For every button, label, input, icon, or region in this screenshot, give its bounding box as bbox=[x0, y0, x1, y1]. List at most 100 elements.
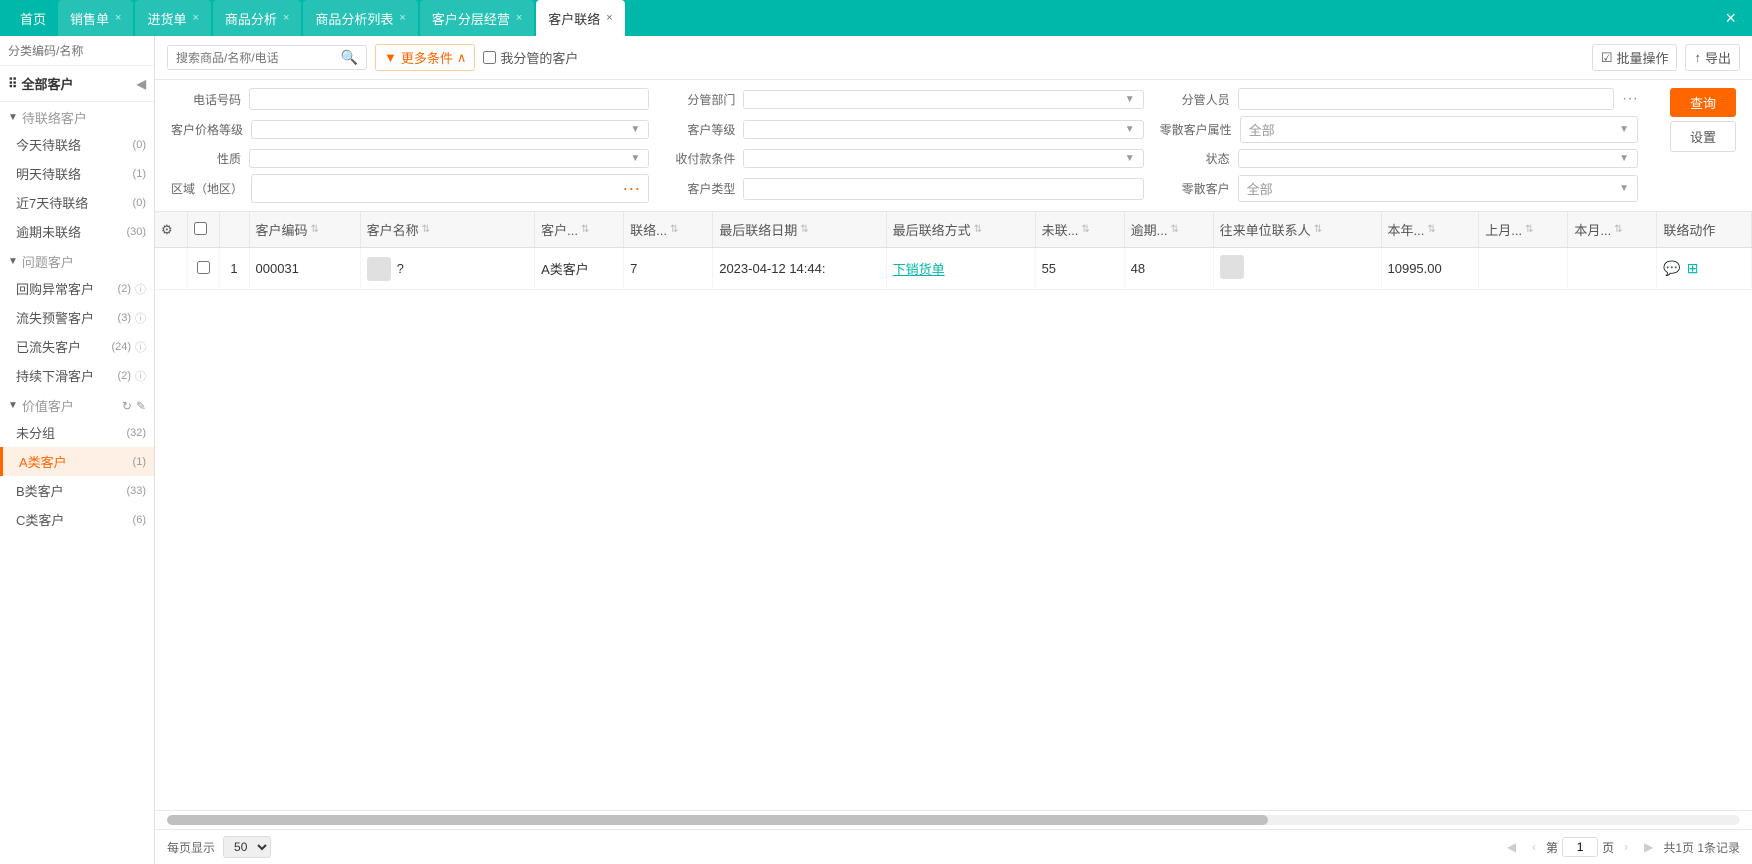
sidebar-item-churned[interactable]: 已流失客户 (24) ⓘ bbox=[0, 332, 154, 361]
filter-select-status[interactable]: ▼ bbox=[1238, 149, 1638, 168]
nav-tab-sales-close[interactable]: × bbox=[115, 12, 121, 24]
more-filter-button[interactable]: ▼ 更多条件 ∧ bbox=[375, 44, 475, 71]
settings-button[interactable]: 设置 bbox=[1670, 121, 1736, 152]
filter-icon: ▼ bbox=[384, 50, 397, 65]
filter-cell-region: 区域（地区） ··· bbox=[171, 174, 665, 203]
col-label-lastway: 最后联络方式 bbox=[893, 220, 971, 239]
sidebar-item-today[interactable]: 今天待联络 (0) bbox=[0, 130, 154, 159]
filter-label-dept: 分管部门 bbox=[665, 91, 735, 108]
nav-tab-analysis-list[interactable]: 商品分析列表 × bbox=[303, 0, 417, 36]
edit-icon[interactable]: ✎ bbox=[136, 399, 146, 413]
sidebar-item-churn-warning-label: 流失预警客户 bbox=[16, 308, 114, 327]
col-label-uncontacted: 未联... bbox=[1042, 220, 1079, 239]
search-icon[interactable]: 🔍 bbox=[341, 49, 358, 66]
filter-label-customer-grade: 客户等级 bbox=[665, 121, 735, 138]
filter-select-payment[interactable]: ▼ bbox=[743, 149, 1143, 168]
more-icon-manager[interactable]: ··· bbox=[1622, 90, 1638, 108]
filter-select-dept[interactable]: ▼ bbox=[743, 90, 1143, 109]
nav-home[interactable]: 首页 bbox=[8, 9, 58, 28]
sidebar-item-7days[interactable]: 近7天待联络 (0) bbox=[0, 188, 154, 217]
sidebar-item-overdue-contact[interactable]: 逾期未联络 (30) bbox=[0, 217, 154, 246]
col-header-company-contact[interactable]: 往来单位联系人 ⇅ bbox=[1213, 212, 1381, 248]
my-customers-checkbox[interactable] bbox=[483, 51, 496, 64]
sidebar-search-input[interactable] bbox=[8, 44, 155, 58]
nav-tab-customer-layer[interactable]: 客户分层经营 × bbox=[420, 0, 534, 36]
page-number-input[interactable] bbox=[1562, 837, 1598, 857]
page-size-label: 每页显示 bbox=[167, 839, 215, 856]
col-header-last-month[interactable]: 上月... ⇅ bbox=[1479, 212, 1568, 248]
sidebar-item-class-a-count: (1) bbox=[133, 456, 146, 468]
col-header-action: 联络动作 bbox=[1657, 212, 1752, 248]
sidebar-item-declining-label: 持续下滑客户 bbox=[16, 366, 114, 385]
sidebar-item-churn-warning[interactable]: 流失预警客户 (3) ⓘ bbox=[0, 303, 154, 332]
col-header-this-year[interactable]: 本年... ⇅ bbox=[1381, 212, 1479, 248]
filter-select-retail[interactable]: 全部 ▼ bbox=[1238, 175, 1638, 202]
sidebar-item-class-c[interactable]: C类客户 (6) bbox=[0, 505, 154, 534]
sidebar-item-class-c-count: (6) bbox=[133, 514, 146, 526]
cell-lastway[interactable]: 下销货单 bbox=[886, 248, 1035, 290]
nav-tab-analysis[interactable]: 商品分析 × bbox=[213, 0, 301, 36]
sidebar-item-unclassified[interactable]: 未分组 (32) bbox=[0, 418, 154, 447]
col-label-action: 联络动作 bbox=[1663, 223, 1715, 238]
row-checkbox[interactable] bbox=[197, 261, 210, 274]
nav-tab-sales[interactable]: 销售单 × bbox=[58, 0, 133, 36]
filter-select-region[interactable]: ··· bbox=[251, 174, 649, 203]
horizontal-scrollbar[interactable] bbox=[167, 815, 1740, 825]
cell-contact: 7 bbox=[624, 248, 713, 290]
nav-tab-customer-contact[interactable]: 客户联络 × bbox=[536, 0, 624, 36]
col-header-this-month[interactable]: 本月... ⇅ bbox=[1568, 212, 1657, 248]
last-page-btn[interactable]: ▶ bbox=[1638, 838, 1659, 856]
first-page-btn[interactable]: ◀ bbox=[1501, 838, 1522, 856]
nav-tab-analysis-close[interactable]: × bbox=[283, 12, 289, 24]
filter-input-phone[interactable] bbox=[249, 88, 649, 110]
nav-tab-purchase-close[interactable]: × bbox=[192, 12, 198, 24]
filter-select-retail-attr[interactable]: 全部 ▼ bbox=[1240, 116, 1638, 143]
sidebar-item-repurchase[interactable]: 回购异常客户 (2) ⓘ bbox=[0, 274, 154, 303]
sidebar-item-declining[interactable]: 持续下滑客户 (2) ⓘ bbox=[0, 361, 154, 390]
filter-input-customer-type[interactable] bbox=[743, 178, 1143, 200]
col-header-lastway[interactable]: 最后联络方式 ⇅ bbox=[886, 212, 1035, 248]
sidebar-item-tomorrow[interactable]: 明天待联络 (1) bbox=[0, 159, 154, 188]
batch-operation-label: 批量操作 bbox=[1616, 48, 1668, 67]
cell-company-contact bbox=[1213, 248, 1381, 290]
message-icon[interactable]: 💬 bbox=[1663, 260, 1680, 277]
sidebar-collapse-btn[interactable]: ◀ bbox=[137, 77, 146, 91]
col-header-lastdate[interactable]: 最后联络日期 ⇅ bbox=[713, 212, 886, 248]
filter-select-nature[interactable]: ▼ bbox=[249, 149, 649, 168]
last-way-link[interactable]: 下销货单 bbox=[893, 262, 945, 277]
next-page-btn[interactable]: › bbox=[1618, 838, 1634, 856]
col-header-uncontacted[interactable]: 未联... ⇅ bbox=[1035, 212, 1124, 248]
col-header-overdue[interactable]: 逾期... ⇅ bbox=[1124, 212, 1213, 248]
col-header-settings[interactable]: ⚙ bbox=[155, 212, 187, 248]
sidebar-item-class-a[interactable]: A类客户 (1) bbox=[0, 447, 154, 476]
sort-icon-contact: ⇅ bbox=[670, 224, 678, 235]
query-button[interactable]: 查询 bbox=[1670, 88, 1736, 117]
select-all-checkbox[interactable] bbox=[194, 222, 207, 235]
more-icon-region[interactable]: ··· bbox=[622, 178, 640, 199]
batch-operation-button[interactable]: ☑ 批量操作 bbox=[1592, 44, 1678, 71]
sidebar-item-class-b[interactable]: B类客户 (33) bbox=[0, 476, 154, 505]
col-header-grade[interactable]: 客户... ⇅ bbox=[535, 212, 624, 248]
nav-tab-analysis-list-close[interactable]: × bbox=[399, 12, 405, 24]
filter-label-manager: 分管人员 bbox=[1160, 91, 1230, 108]
nav-tab-purchase[interactable]: 进货单 × bbox=[135, 0, 210, 36]
refresh-icon[interactable]: ↻ bbox=[122, 399, 132, 413]
col-header-name[interactable]: 客户名称 ⇅ bbox=[360, 212, 535, 248]
sidebar-all-customers-label[interactable]: 全部客户 bbox=[22, 74, 74, 93]
filter-label-status: 状态 bbox=[1160, 150, 1230, 167]
filter-input-manager[interactable] bbox=[1238, 88, 1614, 110]
filter-select-customer-grade[interactable]: ▼ bbox=[743, 120, 1143, 139]
grid-icon[interactable]: ⊞ bbox=[1687, 260, 1699, 277]
filter-cell-nature: 性质 ▼ bbox=[171, 149, 665, 168]
col-header-contact[interactable]: 联络... ⇅ bbox=[624, 212, 713, 248]
nav-tab-customer-layer-close[interactable]: × bbox=[516, 12, 522, 24]
window-close-button[interactable]: × bbox=[1717, 8, 1744, 29]
col-header-code[interactable]: 客户编码 ⇅ bbox=[249, 212, 360, 248]
page-size-select[interactable]: 50 bbox=[223, 836, 271, 858]
filter-select-price-grade[interactable]: ▼ bbox=[251, 120, 649, 139]
nav-tab-customer-contact-close[interactable]: × bbox=[606, 12, 612, 24]
search-input[interactable] bbox=[176, 51, 341, 65]
export-button[interactable]: ↑ 导出 bbox=[1685, 44, 1740, 71]
prev-page-btn[interactable]: ‹ bbox=[1526, 838, 1542, 856]
sidebar-item-churned-label: 已流失客户 bbox=[16, 337, 107, 356]
